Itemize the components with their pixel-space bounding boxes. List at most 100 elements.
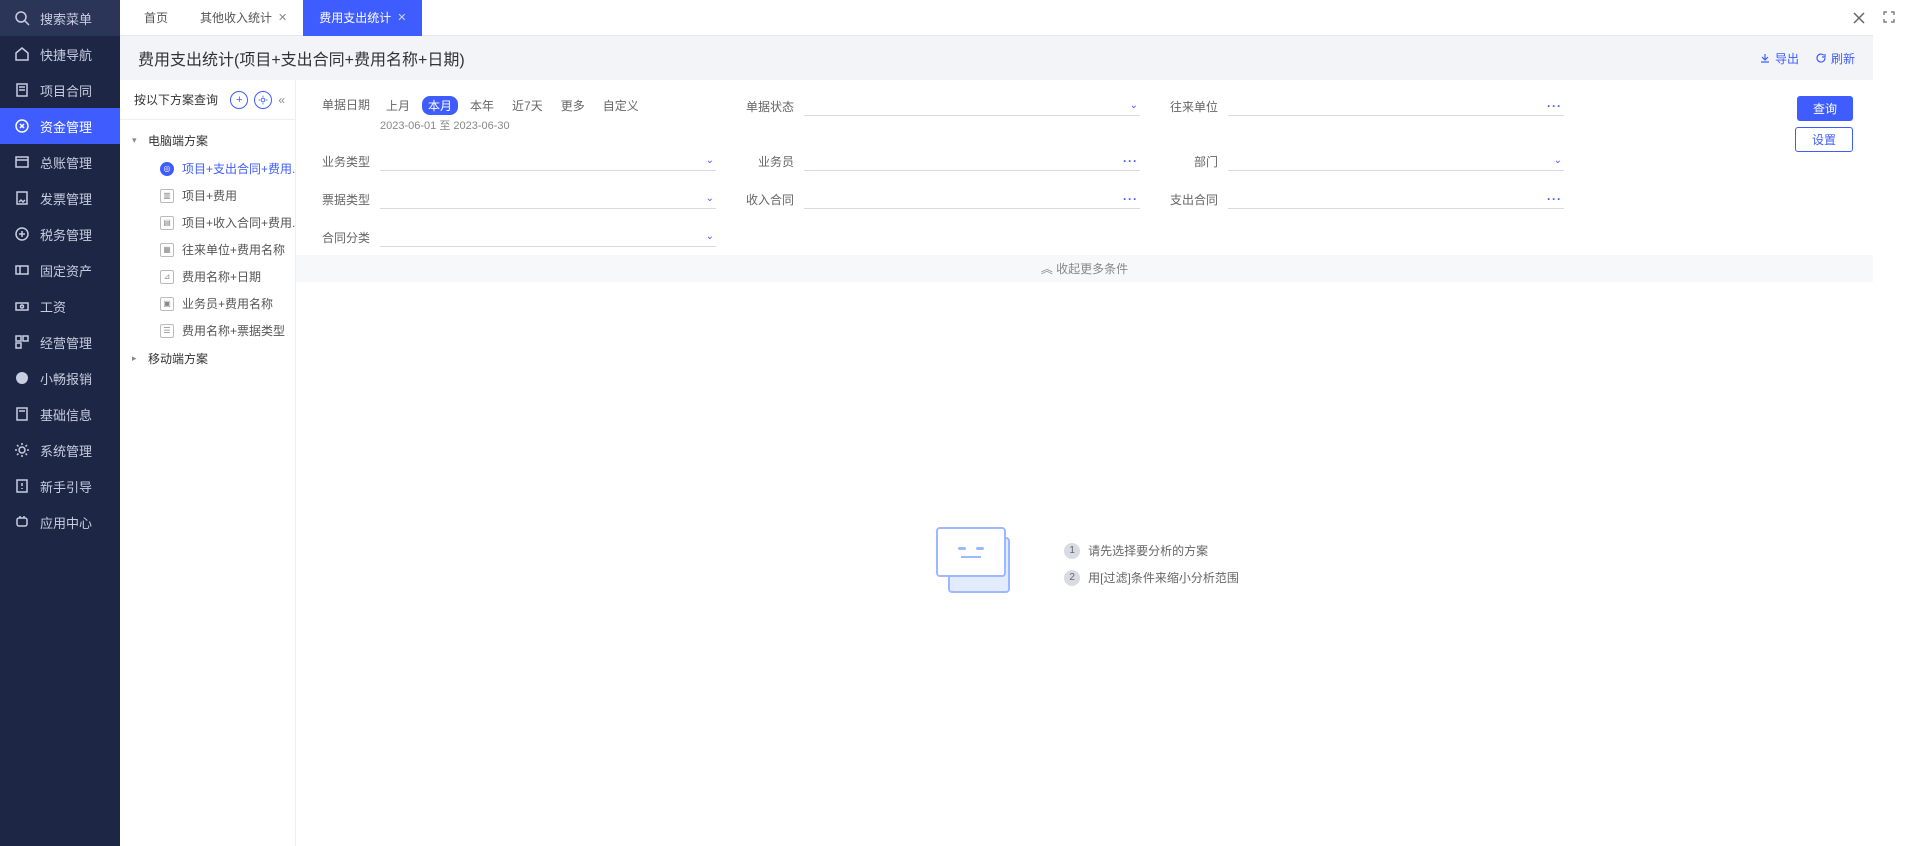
search-icon [14, 10, 30, 26]
tree-leaf[interactable]: ▥ 项目+费用 [120, 182, 295, 209]
export-icon [1759, 52, 1771, 64]
field-unit[interactable]: 往来单位 ··· [1164, 96, 1564, 116]
close-icon[interactable]: ✕ [278, 11, 287, 24]
sidebar-item-ledger[interactable]: 总账管理 [0, 144, 120, 180]
tab-label: 费用支出统计 [319, 9, 391, 26]
tab-home[interactable]: 首页 [128, 0, 184, 36]
scheme-panel: 按以下方案查询 + « ▾ 电脑端方案 ◎ 项目+支出合同+费用... [120, 80, 296, 846]
collapse-panel-button[interactable]: « [278, 93, 285, 107]
sidebar-item-label: 固定资产 [40, 261, 92, 280]
close-icon[interactable]: ✕ [397, 11, 406, 24]
refresh-button[interactable]: 刷新 [1815, 50, 1855, 67]
collapse-filters-button[interactable]: ︽ 收起更多条件 [296, 255, 1873, 282]
info-icon [14, 406, 30, 422]
tree-leaf[interactable]: ☰ 费用名称+票据类型 [120, 317, 295, 344]
sidebar-item-quicknav[interactable]: 快捷导航 [0, 36, 120, 72]
right-rail [1873, 0, 1905, 846]
sidebar-item-ops[interactable]: 经营管理 [0, 324, 120, 360]
date-opt-last-month[interactable]: 上月 [380, 96, 416, 115]
tree-leaf-label: 项目+收入合同+费用... [182, 214, 295, 231]
fullscreen-button[interactable] [1880, 8, 1898, 26]
add-scheme-button[interactable]: + [230, 91, 248, 109]
tree-group-label: 电脑端方案 [148, 132, 208, 149]
field-income-contract[interactable]: 收入合同 ··· [740, 189, 1140, 209]
sidebar-item-invoice[interactable]: 发票管理 [0, 180, 120, 216]
tree-leaf-label: 业务员+费用名称 [182, 295, 273, 312]
chevron-up-icon: ︽ [1041, 262, 1053, 276]
tree-leaf[interactable]: ▦ 往来单位+费用名称 [120, 236, 295, 263]
tab-other-income[interactable]: 其他收入统计 ✕ [184, 0, 303, 36]
field-label: 单据日期 [316, 96, 370, 113]
gear-icon [14, 442, 30, 458]
field-label: 收入合同 [740, 191, 794, 208]
asset-icon [14, 262, 30, 278]
sidebar-item-fund[interactable]: 资金管理 [0, 108, 120, 144]
sidebar-item-search[interactable]: 搜索菜单 [0, 0, 120, 36]
empty-step-2: 2 用[过滤]条件来缩小分析范围 [1064, 569, 1239, 586]
scheme-header-title: 按以下方案查询 [134, 91, 224, 108]
sidebar-item-asset[interactable]: 固定资产 [0, 252, 120, 288]
grid-icon: ▦ [160, 243, 174, 257]
date-opt-7days[interactable]: 近7天 [506, 96, 549, 115]
tree-leaf[interactable]: ▣ 业务员+费用名称 [120, 290, 295, 317]
sidebar-item-label: 工资 [40, 297, 66, 316]
ops-icon [14, 334, 30, 350]
field-status[interactable]: 单据状态 ⌄ [740, 96, 1140, 116]
empty-state: 1 请先选择要分析的方案 2 用[过滤]条件来缩小分析范围 [296, 282, 1873, 846]
tree-leaf-label: 费用名称+票据类型 [182, 322, 285, 339]
export-button[interactable]: 导出 [1759, 50, 1799, 67]
tree-leaf[interactable]: ⊿ 费用名称+日期 [120, 263, 295, 290]
tree-leaf-label: 往来单位+费用名称 [182, 241, 285, 258]
list-icon: ☰ [160, 324, 174, 338]
sidebar-item-reimburse[interactable]: 小畅报销 [0, 360, 120, 396]
contract-icon [14, 82, 30, 98]
sidebar-item-label: 资金管理 [40, 117, 92, 136]
sidebar: 搜索菜单 快捷导航 项目合同 资金管理 总账管理 发票管理 税务管理 固定资产 [0, 0, 120, 846]
tree-leaf[interactable]: ◎ 项目+支出合同+费用... [120, 155, 295, 182]
query-button[interactable]: 查询 [1797, 96, 1853, 121]
settings-button[interactable]: 设置 [1795, 127, 1853, 152]
chevron-down-icon: ⌄ [706, 193, 714, 204]
sidebar-item-label: 项目合同 [40, 81, 92, 100]
field-label: 业务员 [740, 153, 794, 170]
date-opt-custom[interactable]: 自定义 [597, 96, 645, 115]
sidebar-item-info[interactable]: 基础信息 [0, 396, 120, 432]
field-biz-type[interactable]: 业务类型 ⌄ [316, 151, 716, 171]
field-contract-category[interactable]: 合同分类 ⌄ [316, 227, 716, 247]
empty-illustration [930, 519, 1040, 609]
caret-right-icon: ▸ [132, 353, 137, 364]
sidebar-item-label: 快捷导航 [40, 45, 92, 64]
tree-group-pc[interactable]: ▾ 电脑端方案 [120, 126, 295, 155]
field-label: 单据状态 [740, 98, 794, 115]
tab-expense-stats[interactable]: 费用支出统计 ✕ [303, 0, 422, 36]
close-all-tabs-button[interactable] [1845, 4, 1873, 32]
caret-down-icon: ▾ [132, 135, 137, 146]
sidebar-item-system[interactable]: 系统管理 [0, 432, 120, 468]
field-salesman[interactable]: 业务员 ··· [740, 151, 1140, 171]
tree-leaf-label: 项目+费用 [182, 187, 237, 204]
sidebar-item-salary[interactable]: 工资 [0, 288, 120, 324]
field-label: 合同分类 [316, 229, 370, 246]
field-dept[interactable]: 部门 ⌄ [1164, 151, 1564, 171]
field-label: 业务类型 [316, 153, 370, 170]
target-icon: ◎ [160, 162, 174, 176]
sidebar-item-guide[interactable]: 新手引导 [0, 468, 120, 504]
tree-group-mobile[interactable]: ▸ 移动端方案 [120, 344, 295, 373]
date-opt-this-year[interactable]: 本年 [464, 96, 500, 115]
tree-leaf[interactable]: ▤ 项目+收入合同+费用... [120, 209, 295, 236]
scheme-settings-button[interactable] [254, 91, 272, 109]
sidebar-item-contract[interactable]: 项目合同 [0, 72, 120, 108]
sidebar-item-tax[interactable]: 税务管理 [0, 216, 120, 252]
field-expense-contract[interactable]: 支出合同 ··· [1164, 189, 1564, 209]
chevron-down-icon: ⌄ [1130, 100, 1138, 111]
field-label: 部门 [1164, 153, 1218, 170]
date-opt-more[interactable]: 更多 [555, 96, 591, 115]
tree-leaf-label: 项目+支出合同+费用... [182, 160, 295, 177]
date-opt-this-month[interactable]: 本月 [422, 96, 458, 115]
chevron-down-icon: ⌄ [1554, 155, 1562, 166]
sidebar-item-apps[interactable]: 应用中心 [0, 504, 120, 540]
sidebar-item-label: 小畅报销 [40, 369, 92, 388]
field-ticket-type[interactable]: 票据类型 ⌄ [316, 189, 716, 209]
sidebar-item-label: 经营管理 [40, 333, 92, 352]
guide-icon [14, 478, 30, 494]
